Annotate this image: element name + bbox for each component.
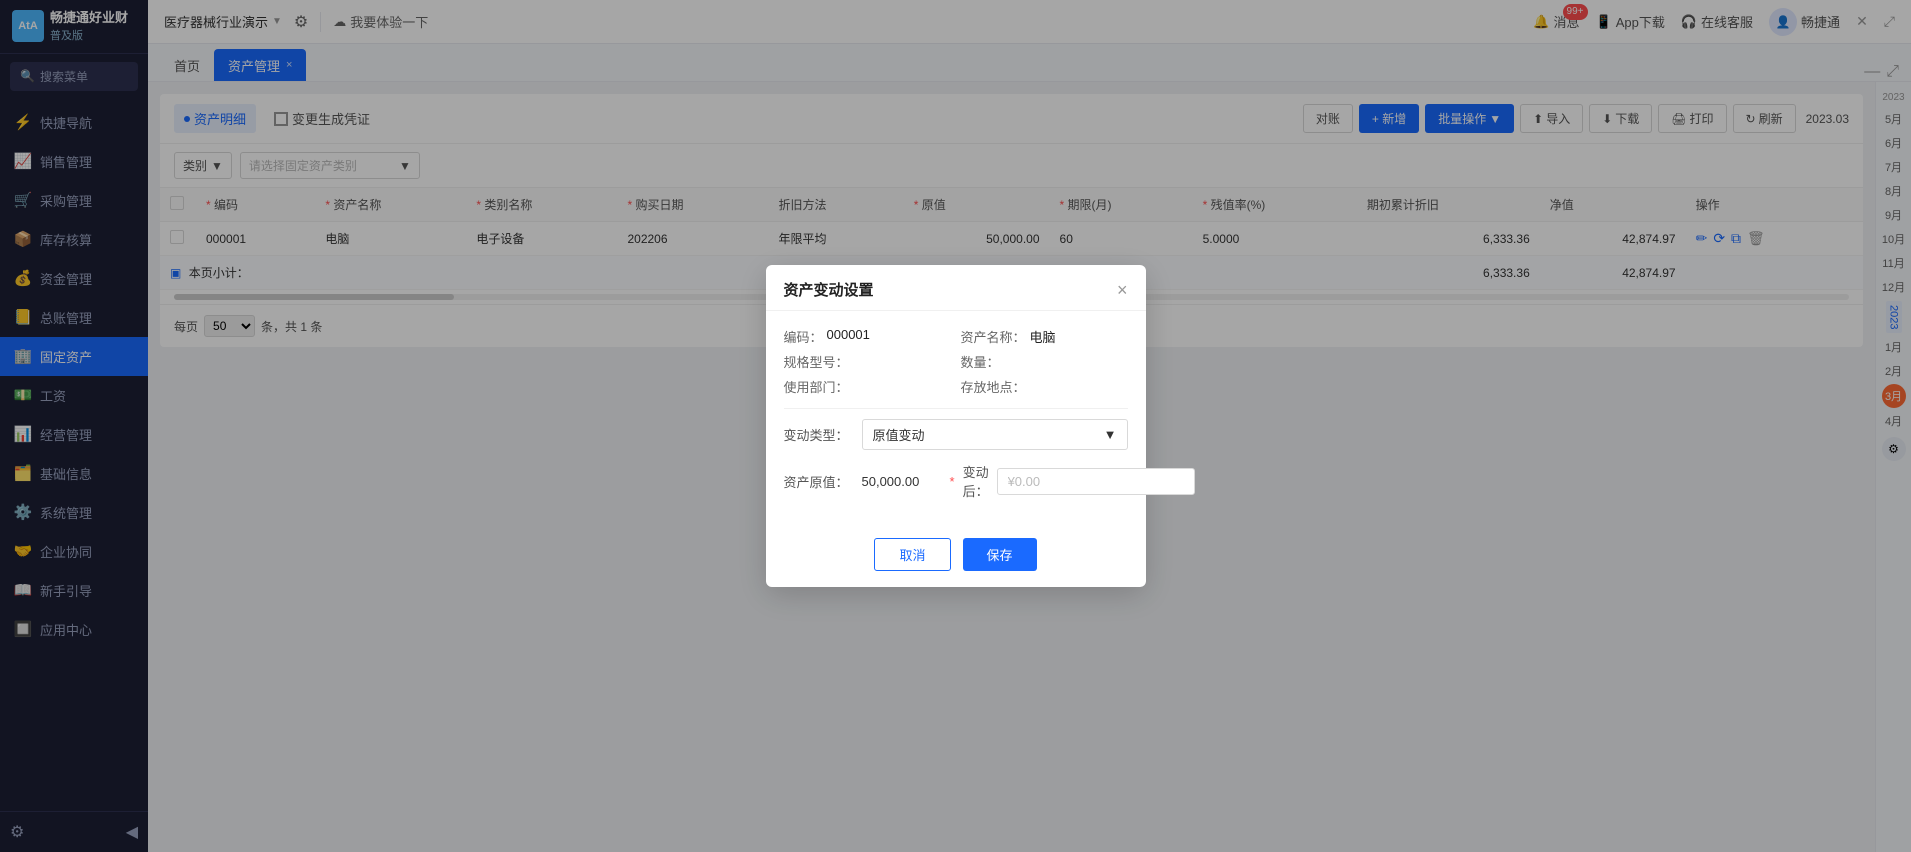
modal-header: 资产变动设置 × xyxy=(766,265,1146,311)
modal-original-value: 50,000.00 xyxy=(862,474,942,489)
modal-spec-field: 规格型号： xyxy=(784,352,951,371)
modal-name-field: 资产名称： 电脑 xyxy=(961,327,1128,346)
modal-storage-field: 存放地点： xyxy=(961,377,1128,396)
modal-title: 资产变动设置 xyxy=(784,279,874,300)
modal-change-type-field: 变动类型： 原值变动 ▼ xyxy=(784,419,1128,450)
select-chevron-icon: ▼ xyxy=(1104,427,1117,442)
modal-original-value-label: 资产原值： xyxy=(784,472,854,491)
modal-after-input[interactable] xyxy=(997,468,1195,495)
modal-code-value: 000001 xyxy=(827,327,870,346)
modal-body: 编码： 000001 资产名称： 电脑 规格型号： 数量： 使用部门： xyxy=(766,311,1146,528)
asset-change-modal: 资产变动设置 × 编码： 000001 资产名称： 电脑 规格型号： 数量： xyxy=(766,265,1146,587)
modal-quantity-field: 数量： xyxy=(961,352,1128,371)
modal-value-field: 资产原值： 50,000.00 * 变动后： xyxy=(784,462,1128,500)
modal-after-label: 变动后： xyxy=(963,462,989,500)
modal-overlay: 资产变动设置 × 编码： 000001 资产名称： 电脑 规格型号： 数量： xyxy=(0,0,1911,852)
modal-divider xyxy=(784,408,1128,409)
save-button[interactable]: 保存 xyxy=(963,538,1037,571)
required-star: * xyxy=(950,474,955,489)
modal-name-value: 电脑 xyxy=(1030,327,1056,346)
modal-dept-field: 使用部门： xyxy=(784,377,951,396)
modal-close-button[interactable]: × xyxy=(1117,281,1128,299)
modal-code-field: 编码： 000001 xyxy=(784,327,951,346)
cancel-button[interactable]: 取消 xyxy=(874,538,950,571)
modal-info-grid: 编码： 000001 资产名称： 电脑 规格型号： 数量： 使用部门： xyxy=(784,327,1128,396)
modal-change-type-label: 变动类型： xyxy=(784,425,854,444)
modal-footer: 取消 保存 xyxy=(766,528,1146,587)
modal-change-type-select[interactable]: 原值变动 ▼ xyxy=(862,419,1128,450)
